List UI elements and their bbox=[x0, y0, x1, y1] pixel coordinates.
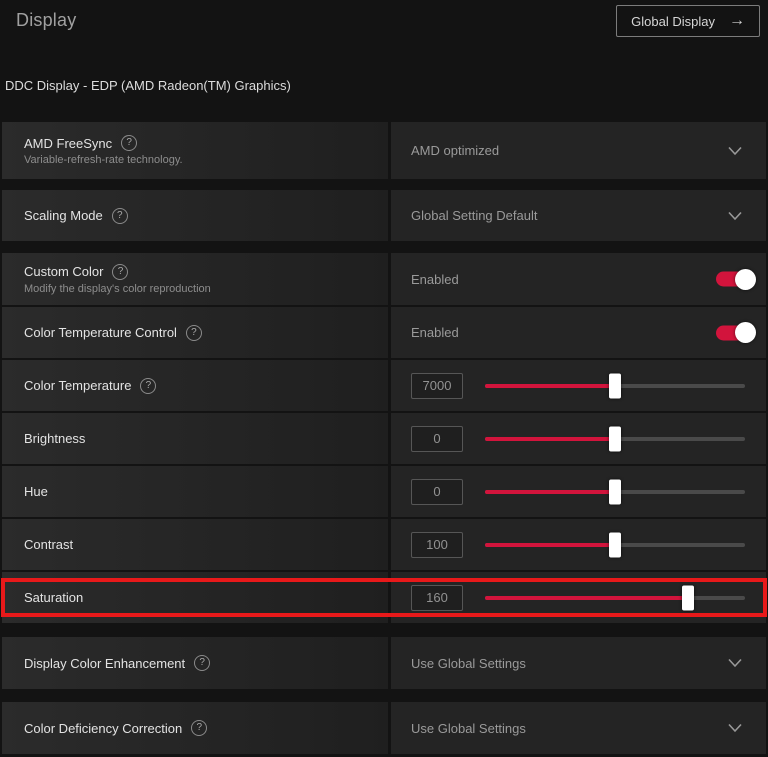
row-label: Hue bbox=[24, 484, 48, 499]
saturation-control-area bbox=[391, 572, 766, 623]
slider-knob[interactable] bbox=[609, 426, 621, 451]
contrast-control-area bbox=[391, 519, 766, 570]
color-temperature-control-toggle[interactable] bbox=[716, 325, 754, 340]
toggle-knob bbox=[735, 269, 756, 290]
slider-fill bbox=[485, 490, 615, 494]
row-hue-label-cell: Hue bbox=[2, 466, 388, 517]
row-color-temperature: Color Temperature ? bbox=[2, 360, 766, 411]
row-brightness: Brightness bbox=[2, 413, 766, 464]
color-temperature-control-cell: Enabled bbox=[391, 307, 766, 358]
chevron-down-icon bbox=[728, 659, 742, 668]
row-scaling-mode-label-cell: Scaling Mode ? bbox=[2, 190, 388, 241]
dropdown-value: Use Global Settings bbox=[411, 721, 526, 736]
row-display-color-enhancement-label-cell: Display Color Enhancement ? bbox=[2, 637, 388, 689]
row-saturation: Saturation bbox=[2, 572, 766, 623]
custom-color-toggle[interactable] bbox=[716, 272, 754, 287]
slider-knob[interactable] bbox=[682, 585, 694, 610]
color-deficiency-correction-dropdown[interactable]: Use Global Settings bbox=[391, 702, 766, 754]
row-color-temperature-label-cell: Color Temperature ? bbox=[2, 360, 388, 411]
row-label: AMD FreeSync bbox=[24, 136, 112, 151]
dropdown-value: AMD optimized bbox=[411, 143, 499, 158]
help-icon[interactable]: ? bbox=[194, 655, 210, 671]
row-label: Custom Color bbox=[24, 264, 103, 279]
row-color-deficiency-correction: Color Deficiency Correction ? Use Global… bbox=[2, 702, 766, 754]
help-icon[interactable]: ? bbox=[112, 264, 128, 280]
arrow-right-icon: → bbox=[729, 12, 745, 30]
toggle-knob bbox=[735, 322, 756, 343]
row-label: Color Temperature Control bbox=[24, 325, 177, 340]
toggle-state-label: Enabled bbox=[411, 272, 459, 287]
color-temperature-control-area bbox=[391, 360, 766, 411]
hue-input[interactable] bbox=[411, 479, 463, 505]
help-icon[interactable]: ? bbox=[140, 378, 156, 394]
slider-fill bbox=[485, 543, 615, 547]
row-display-color-enhancement: Display Color Enhancement ? Use Global S… bbox=[2, 637, 766, 689]
row-description: Modify the display's color reproduction bbox=[24, 283, 388, 295]
help-icon[interactable]: ? bbox=[121, 135, 137, 151]
contrast-slider[interactable] bbox=[485, 532, 745, 558]
row-label: Color Temperature bbox=[24, 378, 131, 393]
row-hue: Hue bbox=[2, 466, 766, 517]
slider-knob[interactable] bbox=[609, 479, 621, 504]
display-device-subtitle: DDC Display - EDP (AMD Radeon(TM) Graphi… bbox=[5, 78, 291, 93]
display-color-enhancement-dropdown[interactable]: Use Global Settings bbox=[391, 637, 766, 689]
row-description: Variable-refresh-rate technology. bbox=[24, 154, 388, 166]
contrast-input[interactable] bbox=[411, 532, 463, 558]
slider-fill bbox=[485, 384, 615, 388]
custom-color-control-cell: Enabled bbox=[391, 253, 766, 305]
hue-slider[interactable] bbox=[485, 479, 745, 505]
scaling-mode-dropdown[interactable]: Global Setting Default bbox=[391, 190, 766, 241]
brightness-slider[interactable] bbox=[485, 426, 745, 452]
chevron-down-icon bbox=[728, 146, 742, 155]
row-amd-freesync: AMD FreeSync ? Variable-refresh-rate tec… bbox=[2, 122, 766, 179]
brightness-input[interactable] bbox=[411, 426, 463, 452]
row-label: Contrast bbox=[24, 537, 73, 552]
slider-fill bbox=[485, 596, 688, 600]
help-icon[interactable]: ? bbox=[191, 720, 207, 736]
row-custom-color-label-cell: Custom Color ? Modify the display's colo… bbox=[2, 253, 388, 305]
color-temperature-slider[interactable] bbox=[485, 373, 745, 399]
row-saturation-label-cell: Saturation bbox=[2, 572, 388, 623]
row-label: Brightness bbox=[24, 431, 85, 446]
chevron-down-icon bbox=[728, 211, 742, 220]
settings-list: AMD FreeSync ? Variable-refresh-rate tec… bbox=[2, 122, 766, 754]
row-scaling-mode: Scaling Mode ? Global Setting Default bbox=[2, 190, 766, 241]
row-amd-freesync-label-cell: AMD FreeSync ? Variable-refresh-rate tec… bbox=[2, 122, 388, 179]
row-contrast: Contrast bbox=[2, 519, 766, 570]
row-label: Display Color Enhancement bbox=[24, 656, 185, 671]
row-label: Saturation bbox=[24, 590, 83, 605]
help-icon[interactable]: ? bbox=[112, 208, 128, 224]
global-display-button-label: Global Display bbox=[631, 14, 715, 29]
row-color-temperature-control-label-cell: Color Temperature Control ? bbox=[2, 307, 388, 358]
row-brightness-label-cell: Brightness bbox=[2, 413, 388, 464]
global-display-button[interactable]: Global Display → bbox=[616, 5, 760, 37]
slider-knob[interactable] bbox=[609, 373, 621, 398]
row-label: Scaling Mode bbox=[24, 208, 103, 223]
saturation-input[interactable] bbox=[411, 585, 463, 611]
page-title: Display bbox=[16, 10, 76, 31]
dropdown-value: Global Setting Default bbox=[411, 208, 537, 223]
help-icon[interactable]: ? bbox=[186, 325, 202, 341]
slider-fill bbox=[485, 437, 615, 441]
dropdown-value: Use Global Settings bbox=[411, 656, 526, 671]
toggle-state-label: Enabled bbox=[411, 325, 459, 340]
color-temperature-input[interactable] bbox=[411, 373, 463, 399]
row-color-temperature-control: Color Temperature Control ? Enabled bbox=[2, 307, 766, 358]
row-label: Color Deficiency Correction bbox=[24, 721, 182, 736]
amd-freesync-dropdown[interactable]: AMD optimized bbox=[391, 122, 766, 179]
chevron-down-icon bbox=[728, 724, 742, 733]
row-color-deficiency-correction-label-cell: Color Deficiency Correction ? bbox=[2, 702, 388, 754]
slider-knob[interactable] bbox=[609, 532, 621, 557]
row-custom-color: Custom Color ? Modify the display's colo… bbox=[2, 253, 766, 305]
hue-control-area bbox=[391, 466, 766, 517]
brightness-control-area bbox=[391, 413, 766, 464]
row-contrast-label-cell: Contrast bbox=[2, 519, 388, 570]
saturation-slider[interactable] bbox=[485, 585, 745, 611]
